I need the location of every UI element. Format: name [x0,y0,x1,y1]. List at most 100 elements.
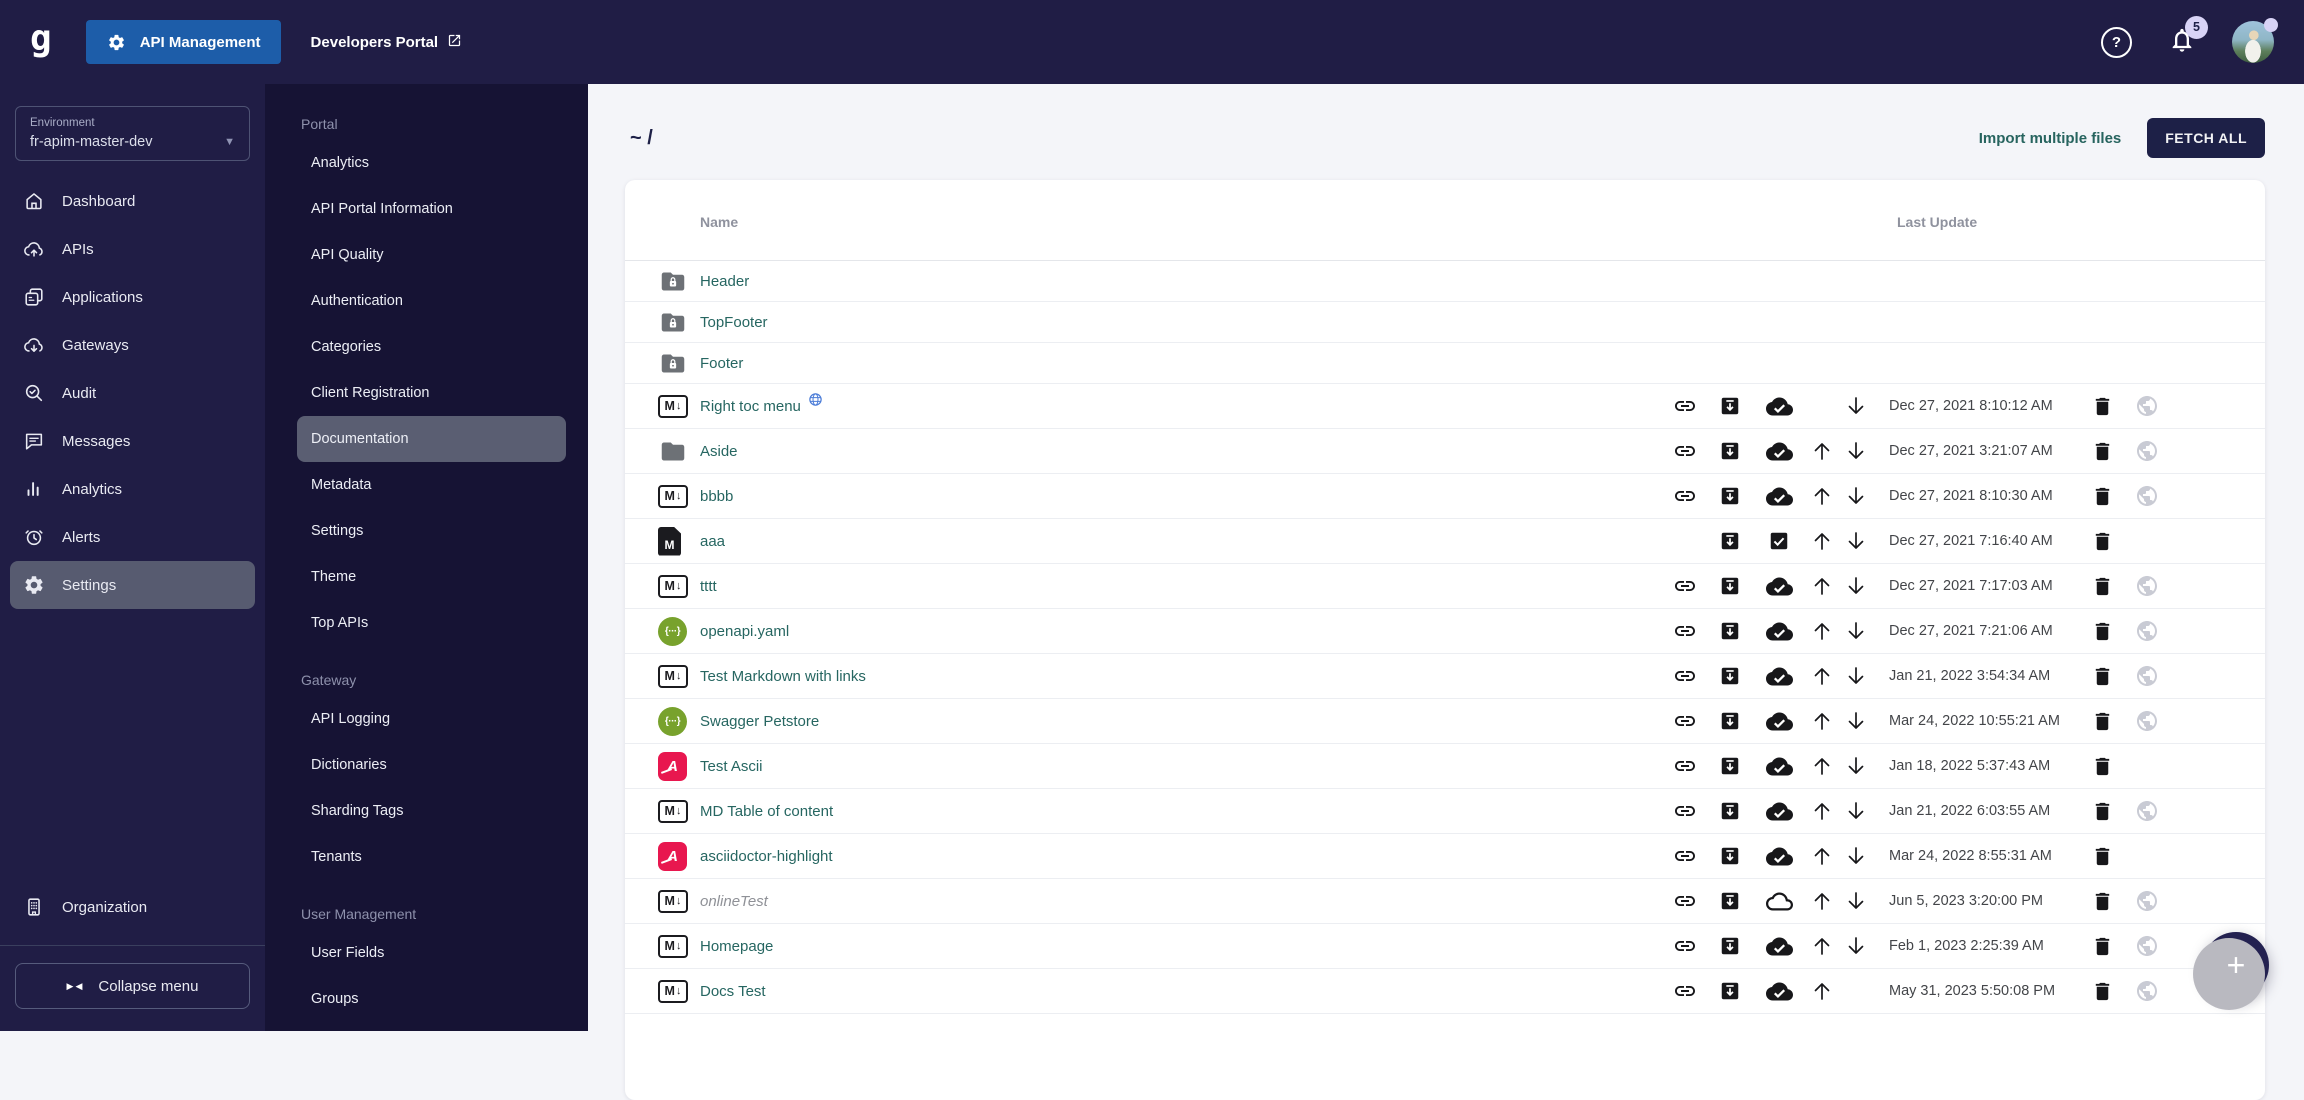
document-name-link[interactable]: tttt [700,578,717,595]
subnav-item-top-apis[interactable]: Top APIs [297,600,566,646]
sidebar-item-messages[interactable]: Messages [10,417,255,465]
move-up-icon[interactable] [1805,799,1839,823]
subnav-item-api-portal-information[interactable]: API Portal Information [297,186,566,232]
collapse-menu-button[interactable]: ▶◀ Collapse menu [15,963,250,1009]
move-down-icon[interactable] [1839,394,1873,418]
unpublish-icon[interactable] [2125,394,2169,418]
subnav-item-theme[interactable]: Theme [297,554,566,600]
delete-icon[interactable] [2079,800,2125,823]
document-name-link[interactable]: Header [700,273,749,290]
subnav-item-settings[interactable]: Settings [297,508,566,554]
move-up-icon[interactable] [1805,664,1839,688]
document-name-link[interactable]: Swagger Petstore [700,713,819,730]
sidebar-item-alerts[interactable]: Alerts [10,513,255,561]
document-name-link[interactable]: Right toc menu [700,398,801,415]
copy-link-icon[interactable] [1663,439,1707,463]
subnav-item-sharding-tags[interactable]: Sharding Tags [297,788,566,834]
subnav-item-user-fields[interactable]: User Fields [297,930,566,976]
move-up-icon[interactable] [1805,619,1839,643]
save-icon[interactable] [1707,800,1753,822]
delete-icon[interactable] [2079,935,2125,958]
save-icon[interactable] [1707,980,1753,1002]
copy-link-icon[interactable] [1663,484,1707,508]
document-name-link[interactable]: Homepage [700,938,773,955]
publish-status-icon[interactable] [1753,438,1805,465]
move-down-icon[interactable] [1839,439,1873,463]
subnav-item-api-quality[interactable]: API Quality [297,232,566,278]
subnav-item-api-logging[interactable]: API Logging [297,696,566,742]
delete-icon[interactable] [2079,890,2125,913]
copy-link-icon[interactable] [1663,934,1707,958]
move-down-icon[interactable] [1839,799,1873,823]
unpublish-icon[interactable] [2125,979,2169,1003]
move-up-icon[interactable] [1805,754,1839,778]
notifications-button[interactable]: 5 [2168,15,2208,59]
move-down-icon[interactable] [1839,664,1873,688]
save-icon[interactable] [1707,665,1753,687]
sidebar-item-audit[interactable]: Audit [10,369,255,417]
copy-link-icon[interactable] [1663,619,1707,643]
copy-link-icon[interactable] [1663,889,1707,913]
publish-status-icon[interactable] [1753,483,1805,510]
sidebar-item-settings[interactable]: Settings [10,561,255,609]
document-name-link[interactable]: Test Ascii [700,758,763,775]
sidebar-item-gateways[interactable]: Gateways [10,321,255,369]
delete-icon[interactable] [2079,440,2125,463]
subnav-item-metadata[interactable]: Metadata [297,462,566,508]
unpublish-icon[interactable] [2125,484,2169,508]
sidebar-item-applications[interactable]: Applications [10,273,255,321]
fetch-all-button[interactable]: FETCH ALL [2147,118,2265,158]
subnav-item-analytics[interactable]: Analytics [297,140,566,186]
unpublish-icon[interactable] [2125,709,2169,733]
save-icon[interactable] [1707,575,1753,597]
document-name-link[interactable]: Footer [700,355,743,372]
publish-status-icon[interactable] [1753,753,1805,780]
delete-icon[interactable] [2079,620,2125,643]
save-icon[interactable] [1707,845,1753,867]
api-management-button[interactable]: API Management [85,20,281,64]
move-up-icon[interactable] [1805,484,1839,508]
sidebar-item-analytics[interactable]: Analytics [10,465,255,513]
delete-icon[interactable] [2079,485,2125,508]
environment-select[interactable]: Environment fr-apim-master-dev ▼ [15,106,250,161]
subnav-item-groups[interactable]: Groups [297,976,566,1022]
publish-status-icon[interactable] [1753,618,1805,645]
copy-link-icon[interactable] [1663,574,1707,598]
publish-status-icon[interactable] [1753,798,1805,825]
publish-status-icon[interactable] [1753,708,1805,735]
save-icon[interactable] [1707,440,1753,462]
move-down-icon[interactable] [1839,934,1873,958]
save-icon[interactable] [1707,620,1753,642]
publish-status-icon[interactable] [1753,573,1805,600]
delete-icon[interactable] [2079,530,2125,553]
move-up-icon[interactable] [1805,979,1839,1003]
move-up-icon[interactable] [1805,529,1839,553]
delete-icon[interactable] [2079,575,2125,598]
publish-status-icon[interactable] [1753,843,1805,870]
document-name-link[interactable]: bbbb [700,488,733,505]
move-down-icon[interactable] [1839,709,1873,733]
copy-link-icon[interactable] [1663,979,1707,1003]
publish-status-icon[interactable] [1753,530,1805,552]
unpublish-icon[interactable] [2125,619,2169,643]
sidebar-item-organization[interactable]: Organization [10,883,255,931]
save-icon[interactable] [1707,935,1753,957]
move-down-icon[interactable] [1839,889,1873,913]
help-icon[interactable]: ? [2101,26,2132,58]
save-icon[interactable] [1707,890,1753,912]
delete-icon[interactable] [2079,665,2125,688]
document-name-link[interactable]: MD Table of content [700,803,833,820]
user-menu-button[interactable] [2232,18,2278,63]
sidebar-item-dashboard[interactable]: Dashboard [10,177,255,225]
document-name-link[interactable]: Test Markdown with links [700,668,866,685]
delete-icon[interactable] [2079,755,2125,778]
save-icon[interactable] [1707,395,1753,417]
copy-link-icon[interactable] [1663,664,1707,688]
subnav-item-dictionaries[interactable]: Dictionaries [297,742,566,788]
move-down-icon[interactable] [1839,844,1873,868]
publish-status-icon[interactable] [1753,888,1805,915]
unpublish-icon[interactable] [2125,439,2169,463]
subnav-item-documentation[interactable]: Documentation [297,416,566,462]
subnav-item-categories[interactable]: Categories [297,324,566,370]
move-down-icon[interactable] [1839,529,1873,553]
